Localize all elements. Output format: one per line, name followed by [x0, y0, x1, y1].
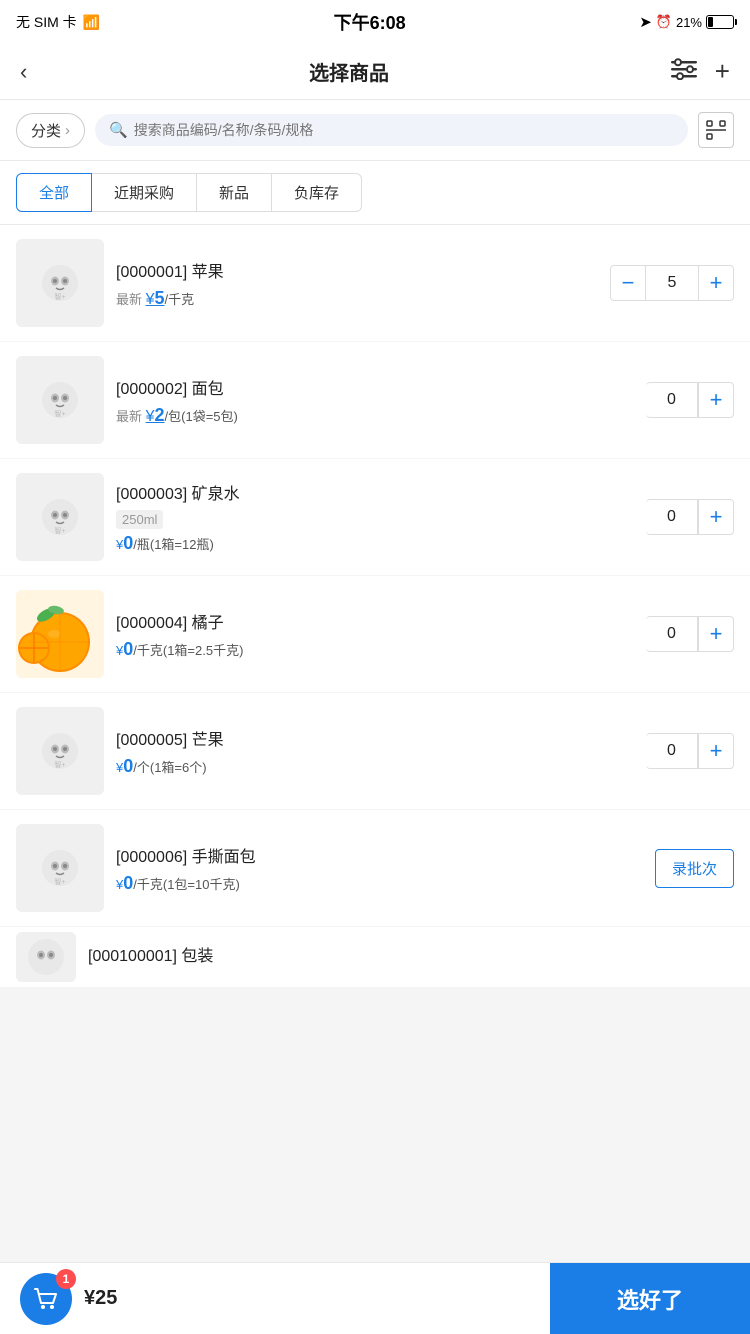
product-price: 最新 ¥5/千克 — [116, 288, 598, 309]
list-item: 智+ [0000003] 矿泉水 250ml ¥0/瓶(1箱=12瓶) + — [0, 459, 750, 575]
confirm-button[interactable]: 选好了 — [550, 1263, 750, 1334]
product-info: [0000001] 苹果 最新 ¥5/千克 — [116, 258, 598, 309]
chevron-right-icon: › — [65, 122, 70, 139]
list-item: [0000004] 橘子 ¥0/千克(1箱=2.5千克) + — [0, 576, 750, 692]
increase-button[interactable]: + — [698, 733, 734, 769]
search-bar: 分类 › 🔍 — [0, 100, 750, 161]
product-name: [0000006] 手撕面包 — [116, 843, 643, 867]
list-item: [000100001] 包装 — [0, 927, 750, 987]
quantity-control: + — [646, 382, 734, 418]
back-button[interactable]: ‹ — [20, 59, 27, 85]
quantity-input[interactable] — [646, 616, 698, 652]
alarm-icon: ⏰ — [656, 14, 672, 30]
tab-negative-stock[interactable]: 负库存 — [271, 173, 362, 212]
svg-text:智+: 智+ — [54, 526, 65, 535]
quantity-input[interactable] — [646, 265, 698, 301]
product-price: ¥0/个(1箱=6个) — [116, 756, 634, 777]
product-image — [16, 590, 104, 678]
quantity-control: + — [646, 733, 734, 769]
product-name: [0000004] 橘子 — [116, 609, 634, 633]
search-input[interactable] — [134, 122, 674, 138]
product-image: 智+ — [16, 707, 104, 795]
tab-all[interactable]: 全部 — [16, 173, 92, 212]
product-info: [0000004] 橘子 ¥0/千克(1箱=2.5千克) — [116, 609, 634, 660]
category-button[interactable]: 分类 › — [16, 113, 85, 148]
increase-button[interactable]: + — [698, 616, 734, 652]
product-image — [16, 932, 76, 982]
increase-button[interactable]: + — [698, 265, 734, 301]
product-image: 智+ — [16, 473, 104, 561]
increase-button[interactable]: + — [698, 382, 734, 418]
search-icon: 🔍 — [109, 121, 128, 139]
scan-icon[interactable] — [698, 112, 734, 148]
list-item: 智+ [0000006] 手撕面包 ¥0/千克(1包=10千克) 录批次 — [0, 810, 750, 926]
svg-text:智+: 智+ — [54, 292, 65, 301]
product-info: [0000006] 手撕面包 ¥0/千克(1包=10千克) — [116, 843, 643, 894]
svg-text:智+: 智+ — [54, 760, 65, 769]
quantity-control: + — [646, 616, 734, 652]
batch-button[interactable]: 录批次 — [655, 849, 734, 888]
nav-bar: ‹ 选择商品 + — [0, 44, 750, 100]
quantity-input[interactable] — [646, 733, 698, 769]
cart-section: 1 ¥25 — [0, 1273, 550, 1325]
product-image: 智+ — [16, 239, 104, 327]
product-price: ¥0/千克(1包=10千克) — [116, 873, 643, 894]
product-info: [0000005] 芒果 ¥0/个(1箱=6个) — [116, 726, 634, 777]
filter-tabs: 全部 近期采购 新品 负库存 — [0, 161, 750, 225]
product-name: [000100001] 包装 — [88, 942, 734, 966]
list-item: 智+ [0000002] 面包 最新 ¥2/包(1袋=5包) + — [0, 342, 750, 458]
quantity-control: − + — [610, 265, 734, 301]
page-title: 选择商品 — [309, 57, 389, 86]
search-input-wrapper: 🔍 — [95, 114, 688, 146]
cart-total: ¥25 — [84, 1287, 117, 1310]
cart-icon[interactable]: 1 — [20, 1273, 72, 1325]
svg-text:智+: 智+ — [54, 877, 65, 886]
product-name: [0000005] 芒果 — [116, 726, 634, 750]
bottom-bar: 1 ¥25 选好了 — [0, 1262, 750, 1334]
wifi-icon: 📶 — [83, 14, 100, 31]
product-list: 智+ [0000001] 苹果 最新 ¥5/千克 − + — [0, 225, 750, 987]
cart-badge: 1 — [56, 1269, 76, 1289]
status-carrier: 无 SIM 卡 📶 — [16, 12, 100, 32]
quantity-control: + — [646, 499, 734, 535]
product-info: [0000003] 矿泉水 250ml ¥0/瓶(1箱=12瓶) — [116, 480, 634, 554]
quantity-input[interactable] — [646, 382, 698, 418]
increase-button[interactable]: + — [698, 499, 734, 535]
status-time: 下午6:08 — [334, 9, 406, 35]
quantity-input[interactable] — [646, 499, 698, 535]
product-name: [0000003] 矿泉水 — [116, 480, 634, 504]
product-info: [0000002] 面包 最新 ¥2/包(1袋=5包) — [116, 375, 634, 426]
svg-text:智+: 智+ — [54, 409, 65, 418]
product-name: [0000001] 苹果 — [116, 258, 598, 282]
tab-new[interactable]: 新品 — [196, 173, 272, 212]
tab-recent[interactable]: 近期采购 — [91, 173, 197, 212]
product-price: 最新 ¥2/包(1袋=5包) — [116, 405, 634, 426]
decrease-button[interactable]: − — [610, 265, 646, 301]
list-item: 智+ [0000001] 苹果 最新 ¥5/千克 − + — [0, 225, 750, 341]
add-button[interactable]: + — [715, 56, 730, 87]
battery-percent: 21% — [676, 15, 702, 30]
status-right: ➤ ⏰ 21% — [639, 13, 734, 31]
status-bar: 无 SIM 卡 📶 下午6:08 ➤ ⏰ 21% — [0, 0, 750, 44]
batch-control: 录批次 — [655, 849, 734, 888]
product-image: 智+ — [16, 356, 104, 444]
location-icon: ➤ — [639, 13, 652, 31]
product-spec: 250ml — [116, 510, 163, 529]
nav-actions: + — [671, 56, 730, 87]
product-image: 智+ — [16, 824, 104, 912]
filter-icon[interactable] — [671, 58, 697, 86]
product-price: ¥0/千克(1箱=2.5千克) — [116, 639, 634, 660]
product-info: [000100001] 包装 — [88, 942, 734, 972]
list-item: 智+ [0000005] 芒果 ¥0/个(1箱=6个) + — [0, 693, 750, 809]
battery-icon — [706, 15, 734, 29]
product-price: ¥0/瓶(1箱=12瓶) — [116, 533, 634, 554]
product-name: [0000002] 面包 — [116, 375, 634, 399]
